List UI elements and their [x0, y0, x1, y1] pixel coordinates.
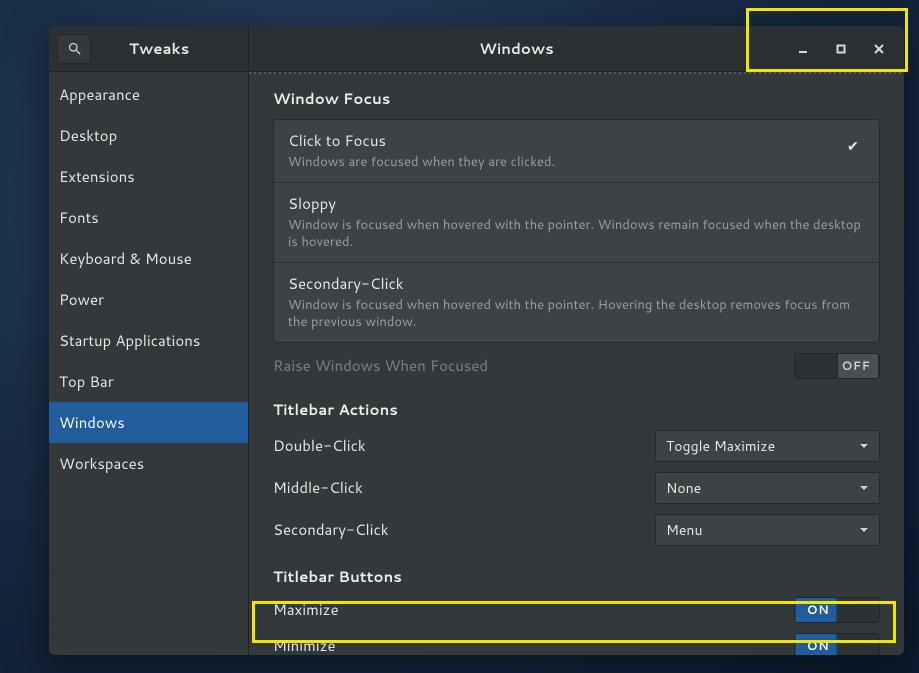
chevron-down-icon [859, 478, 869, 498]
maximize-label: Maximize [273, 599, 339, 620]
titlebar-left: Tweaks [49, 26, 249, 71]
focus-option-desc: Windows are focused when they are clicke… [288, 154, 847, 172]
sidebar-item-startup-applications[interactable]: Startup Applications [49, 320, 248, 361]
secondary-click-label: Secondary-Click [273, 519, 389, 540]
double-click-label: Double-Click [273, 435, 366, 456]
minimize-label: Minimize [273, 635, 336, 655]
toggle-state-label: ON [797, 637, 839, 654]
search-icon [67, 41, 82, 56]
app-title: Tweaks [129, 38, 189, 59]
focus-option-label: Secondary-Click [288, 273, 865, 294]
sidebar-item-power[interactable]: Power [49, 279, 248, 320]
sidebar-item-appearance[interactable]: Appearance [49, 74, 248, 115]
titlebar: Tweaks Windows [49, 26, 904, 72]
sidebar: Appearance Desktop Extensions Fonts Keyb… [49, 72, 249, 655]
middle-click-select[interactable]: None [655, 472, 880, 504]
secondary-click-select[interactable]: Menu [655, 514, 880, 546]
close-button[interactable] [860, 26, 898, 72]
raise-windows-row: Raise Windows When Focused OFF [273, 353, 880, 379]
sidebar-item-workspaces[interactable]: Workspaces [49, 443, 248, 484]
main-panel: Window Focus Click to Focus Windows are … [249, 72, 904, 655]
minimize-toggle[interactable]: ON [794, 633, 880, 655]
select-value: Toggle Maximize [666, 436, 775, 456]
double-click-select[interactable]: Toggle Maximize [655, 430, 880, 462]
maximize-row: Maximize ON [273, 597, 880, 623]
sidebar-item-keyboard-mouse[interactable]: Keyboard & Mouse [49, 238, 248, 279]
sidebar-item-desktop[interactable]: Desktop [49, 115, 248, 156]
focus-option-label: Sloppy [288, 193, 865, 214]
middle-click-row: Middle-Click None [273, 472, 880, 504]
section-titlebar-actions-title: Titlebar Actions [273, 399, 880, 420]
focus-option-click[interactable]: Click to Focus Windows are focused when … [274, 120, 879, 183]
focus-option-label: Click to Focus [288, 130, 847, 151]
sidebar-item-extensions[interactable]: Extensions [49, 156, 248, 197]
close-icon [873, 43, 885, 55]
maximize-icon [835, 43, 847, 55]
window-body: Appearance Desktop Extensions Fonts Keyb… [49, 72, 904, 655]
check-icon: ✔ [847, 130, 865, 156]
focus-option-desc: Window is focused when hovered with the … [288, 217, 865, 252]
tweaks-window: Tweaks Windows Appearance Desktop Extens… [49, 26, 904, 655]
titlebar-center: Windows [249, 26, 784, 71]
section-titlebar-buttons-title: Titlebar Buttons [273, 566, 880, 587]
raise-windows-toggle[interactable]: OFF [794, 353, 880, 379]
select-value: Menu [666, 520, 703, 540]
focus-option-desc: Window is focused when hovered with the … [288, 297, 865, 332]
page-title: Windows [479, 38, 554, 59]
toggle-state-label: OFF [835, 357, 877, 374]
focus-mode-list: Click to Focus Windows are focused when … [273, 119, 880, 343]
focus-option-secondary-click[interactable]: Secondary-Click Window is focused when h… [274, 263, 879, 342]
sidebar-item-windows[interactable]: Windows [49, 402, 248, 443]
toggle-state-label: ON [797, 601, 839, 618]
double-click-row: Double-Click Toggle Maximize [273, 430, 880, 462]
section-window-focus-title: Window Focus [273, 88, 880, 109]
window-controls [784, 26, 904, 71]
focus-option-sloppy[interactable]: Sloppy Window is focused when hovered wi… [274, 183, 879, 263]
middle-click-label: Middle-Click [273, 477, 363, 498]
minimize-button[interactable] [784, 26, 822, 72]
raise-windows-label: Raise Windows When Focused [273, 355, 488, 376]
secondary-click-row: Secondary-Click Menu [273, 514, 880, 546]
select-value: None [666, 478, 701, 498]
minimize-icon [797, 43, 809, 55]
maximize-toggle[interactable]: ON [794, 597, 880, 623]
sidebar-item-top-bar[interactable]: Top Bar [49, 361, 248, 402]
minimize-row: Minimize ON [273, 633, 880, 655]
sidebar-item-fonts[interactable]: Fonts [49, 197, 248, 238]
chevron-down-icon [859, 436, 869, 456]
chevron-down-icon [859, 520, 869, 540]
search-button[interactable] [57, 34, 91, 64]
maximize-button[interactable] [822, 26, 860, 72]
